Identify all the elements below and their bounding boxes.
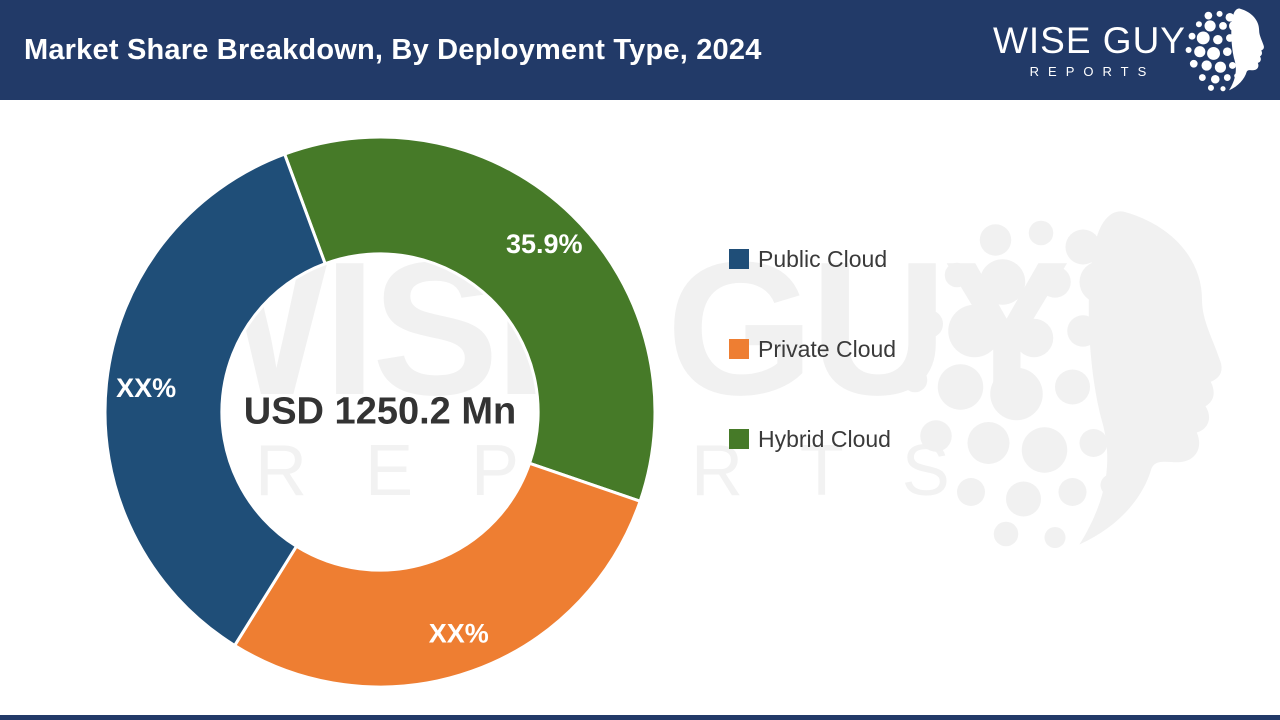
legend-swatch-hybrid-cloud xyxy=(729,429,749,449)
page-title: Market Share Breakdown, By Deployment Ty… xyxy=(24,33,762,66)
slice-value-label: XX% xyxy=(429,619,489,649)
wiseguy-logo-text: WISE GUY REPORTS xyxy=(993,22,1186,78)
legend-swatch-public-cloud xyxy=(729,249,749,269)
logo-subtitle: REPORTS xyxy=(1029,64,1156,79)
wiseguy-face-icon xyxy=(1185,8,1264,92)
legend-item-hybrid-cloud: Hybrid Cloud xyxy=(729,425,896,452)
slice-value-label: XX% xyxy=(116,373,176,403)
legend-item-public-cloud: Public Cloud xyxy=(729,245,896,272)
donut-slice-hybrid-cloud xyxy=(282,135,657,504)
donut-slice-private-cloud xyxy=(232,461,643,689)
report-page: Market Share Breakdown, By Deployment Ty… xyxy=(0,0,1280,720)
logo-wordmark: WISE GUY xyxy=(992,20,1186,61)
chart-center-value: USD 1250.2 Mn xyxy=(243,390,517,433)
chart-legend: Public Cloud Private Cloud Hybrid Cloud xyxy=(729,245,897,517)
legend-item-private-cloud: Private Cloud xyxy=(729,335,897,362)
header-bar: Market Share Breakdown, By Deployment Ty… xyxy=(0,0,1280,100)
footer-bar xyxy=(0,715,1280,720)
legend-label-private-cloud: Private Cloud xyxy=(758,335,897,362)
slice-value-label: 35.9% xyxy=(506,229,583,259)
legend-swatch-private-cloud xyxy=(729,339,749,359)
legend-label-hybrid-cloud: Hybrid Cloud xyxy=(758,425,891,452)
legend-label-public-cloud: Public Cloud xyxy=(758,245,888,272)
wiseguy-logo: WISE GUY REPORTS xyxy=(993,7,1280,93)
watermark-face-icon xyxy=(902,211,1222,548)
